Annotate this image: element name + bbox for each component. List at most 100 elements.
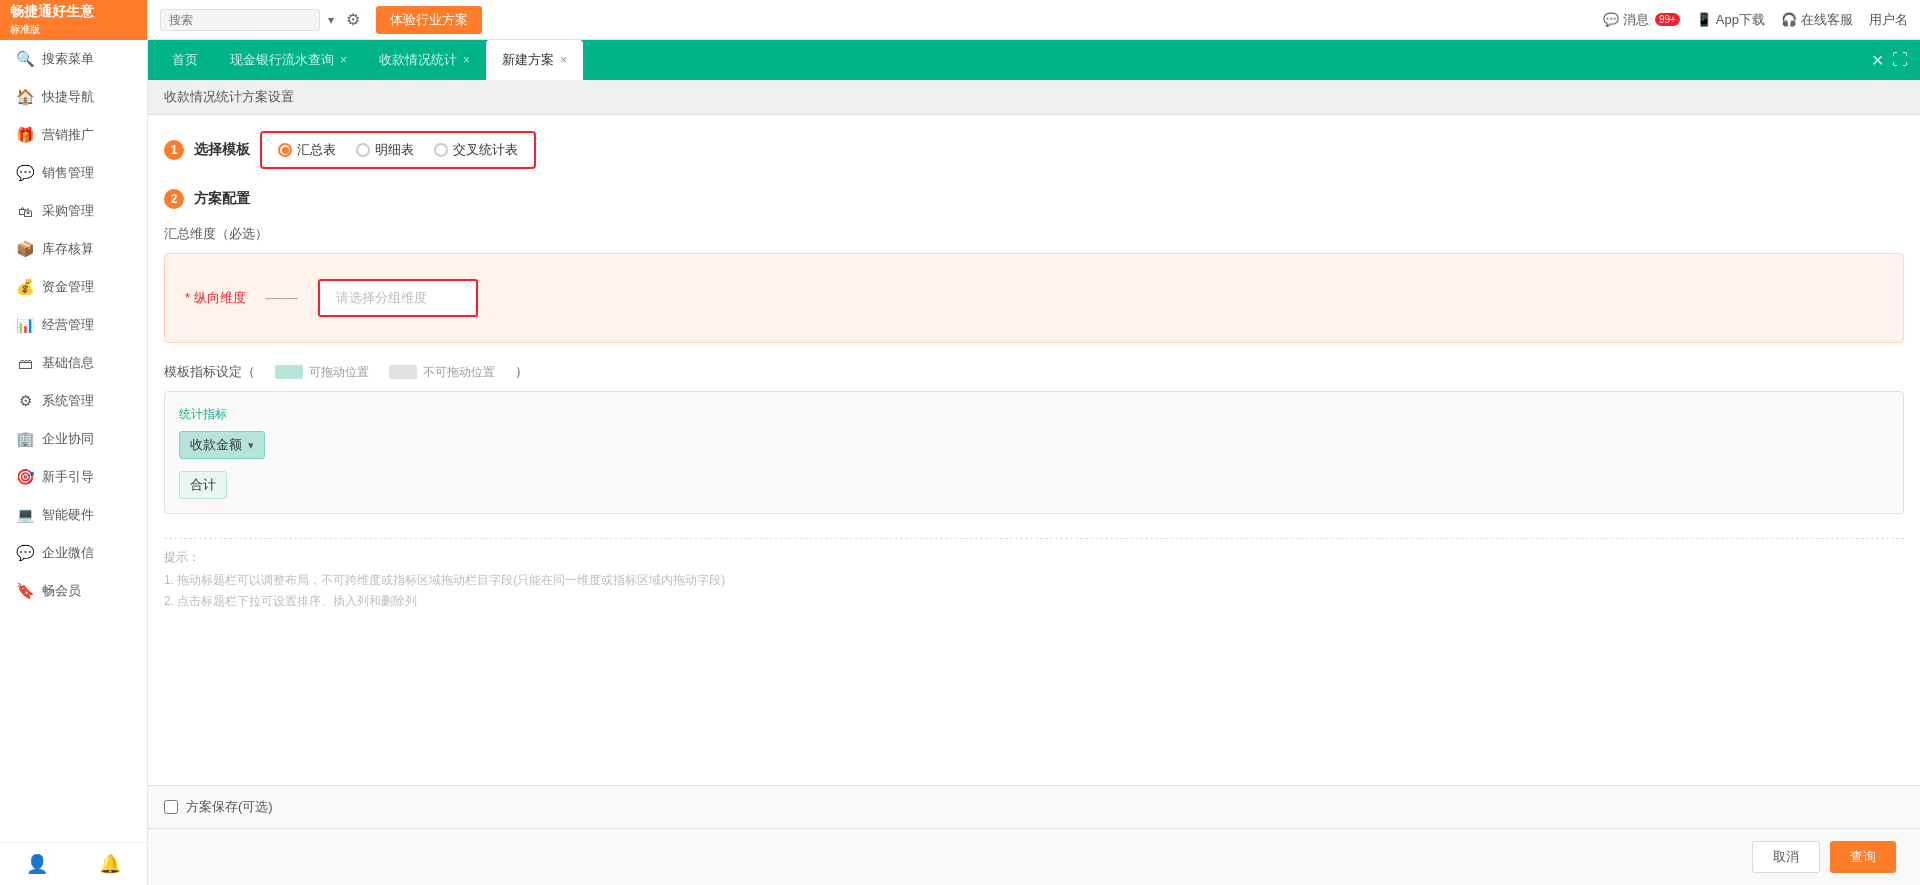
sidebar-icon-enterprise: 🏢 [16,430,34,448]
topbar-dropdown[interactable]: ▾ [328,13,334,27]
sidebar-item-hardware[interactable]: 💻 智能硬件 [0,496,147,534]
tab-close-bank-flow[interactable]: × [340,53,347,67]
sidebar-item-enterprise[interactable]: 🏢 企业协同 [0,420,147,458]
notifications-label: 消息 [1623,11,1649,29]
sidebar-icon-finance: 💰 [16,278,34,296]
sidebar-item-member[interactable]: 🔖 畅会员 [0,572,147,610]
tab-close-new-plan[interactable]: × [560,53,567,67]
support-item[interactable]: 🎧 在线客服 [1781,11,1853,29]
tabbar-actions: ✕ ⛶ [1871,51,1920,70]
sidebar-label-quick-nav: 快捷导航 [42,88,94,106]
sidebar-item-sales[interactable]: 💬 销售管理 [0,154,147,192]
radio-summary[interactable]: 汇总表 [278,141,336,159]
tab-home[interactable]: 首页 [156,40,214,80]
gear-icon[interactable]: ⚙ [346,10,360,29]
user-item[interactable]: 用户名 [1869,11,1908,29]
sidebar-item-wechat[interactable]: 💬 企业微信 [0,534,147,572]
notifications-item[interactable]: 💬 消息 99+ [1603,11,1680,29]
tip-item-1: 2. 点击标题栏下拉可设置排序、插入列和删除列 [164,593,1904,610]
sidebar-item-guide[interactable]: 🎯 新手引导 [0,458,147,496]
tip-item-0: 1. 拖动标题栏可以调整布局，不可跨维度或指标区域拖动栏目字段(只能在同一维度或… [164,572,1904,589]
draggable-hint-label: 可拖动位置 [309,364,369,381]
sidebar-icon-guide: 🎯 [16,468,34,486]
user-name: 用户名 [1869,11,1908,29]
maximize-icon[interactable]: ⛶ [1892,51,1908,69]
save-section: 方案保存(可选) [148,785,1920,828]
cancel-button[interactable]: 取消 [1752,841,1820,873]
page-header: 收款情况统计方案设置 [148,80,1920,115]
sidebar: 畅捷通好生意 标准版 🔍 搜索菜单 🏠 快捷导航 🎁 营销推广 💬 销售管理 🛍… [0,0,148,885]
sidebar-item-basic-info[interactable]: 🗃 基础信息 [0,344,147,382]
sidebar-item-system[interactable]: ⚙ 系统管理 [0,382,147,420]
search-input[interactable] [160,9,320,31]
radio-circle-summary [278,143,292,157]
tab-new-plan[interactable]: 新建方案× [486,40,583,80]
dimension-config: 汇总维度（必选） 纵向维度 —— 请选择分组维度 [164,225,1904,343]
topbar-right: 💬 消息 99+ 📱 App下载 🎧 在线客服 用户名 [1603,11,1908,29]
sidebar-icon-system: ⚙ [16,392,34,410]
tab-payment-stats[interactable]: 收款情况统计 × [363,40,486,80]
draggable-hint: 可拖动位置 [275,364,369,381]
dimension-area: 纵向维度 —— 请选择分组维度 [164,253,1904,343]
tips-title: 提示： [164,549,1904,566]
message-icon: 💬 [1603,12,1619,27]
radio-cross[interactable]: 交叉统计表 [434,141,518,159]
notifications-badge: 99+ [1655,13,1680,26]
sidebar-label-sales: 销售管理 [42,164,94,182]
sidebar-item-quick-nav[interactable]: 🏠 快捷导航 [0,78,147,116]
radio-detail-label: 明细表 [375,141,414,159]
sidebar-label-purchase: 采购管理 [42,202,94,220]
radio-detail[interactable]: 明细表 [356,141,414,159]
sidebar-item-search-menu[interactable]: 🔍 搜索菜单 [0,40,147,78]
download-icon: 📱 [1696,12,1712,27]
sidebar-bottom: 👤 🔔 [0,842,147,885]
close-all-tabs-icon[interactable]: ✕ [1871,51,1884,70]
vertical-dimension-label: 纵向维度 [185,289,246,307]
metrics-label-close: ） [515,363,528,381]
download-item[interactable]: 📱 App下载 [1696,11,1765,29]
metrics-chip-payment[interactable]: 收款金额 ▾ [179,431,265,459]
tab-close-payment-stats[interactable]: × [463,53,470,67]
sidebar-label-wechat: 企业微信 [42,544,94,562]
sidebar-icon-purchase: 🛍 [16,203,34,220]
sidebar-item-finance[interactable]: 💰 资金管理 [0,268,147,306]
tab-bank-flow[interactable]: 现金银行流水查询× [214,40,363,80]
step1-badge: 1 [164,140,184,160]
non-draggable-hint: 不可拖动位置 [389,364,495,381]
sidebar-label-search-menu: 搜索菜单 [42,50,94,68]
save-checkbox[interactable] [164,800,178,814]
step2-badge: 2 [164,189,184,209]
sidebar-item-marketing[interactable]: 🎁 营销推广 [0,116,147,154]
query-button[interactable]: 查询 [1830,841,1896,873]
sidebar-item-purchase[interactable]: 🛍 采购管理 [0,192,147,230]
sidebar-item-operations[interactable]: 📊 经营管理 [0,306,147,344]
dimension-arrow-icon: —— [266,289,298,307]
sidebar-bottom-icon-2[interactable]: 🔔 [99,853,121,875]
radio-cross-label: 交叉统计表 [453,141,518,159]
footer: 取消 查询 [148,828,1920,885]
template-select-box: 汇总表 明细表 交叉统计表 [260,131,536,169]
sidebar-icon-inventory: 📦 [16,240,34,258]
sidebar-label-inventory: 库存核算 [42,240,94,258]
content-area: 收款情况统计方案设置 1 选择模板 汇总表 [148,80,1920,828]
draggable-hint-block [275,365,303,379]
trial-btn[interactable]: 体验行业方案 [376,6,482,34]
support-icon: 🎧 [1781,12,1797,27]
support-label: 在线客服 [1801,11,1853,29]
sidebar-label-finance: 资金管理 [42,278,94,296]
sidebar-item-inventory[interactable]: 📦 库存核算 [0,230,147,268]
sidebar-bottom-icon-1[interactable]: 👤 [26,853,48,875]
metrics-chip-dropdown-icon: ▾ [248,439,254,452]
sidebar-label-system: 系统管理 [42,392,94,410]
step2-title: 方案配置 [194,190,250,208]
sidebar-icon-operations: 📊 [16,316,34,334]
dimension-input[interactable]: 请选择分组维度 [318,279,478,317]
sidebar-label-basic-info: 基础信息 [42,354,94,372]
radio-circle-cross [434,143,448,157]
tab-label-payment-stats: 收款情况统计 [379,51,457,69]
radio-summary-label: 汇总表 [297,141,336,159]
sidebar-label-hardware: 智能硬件 [42,506,94,524]
step1-section: 1 选择模板 汇总表 明细表 [164,131,1904,169]
non-draggable-hint-label: 不可拖动位置 [423,364,495,381]
sidebar-icon-wechat: 💬 [16,544,34,562]
